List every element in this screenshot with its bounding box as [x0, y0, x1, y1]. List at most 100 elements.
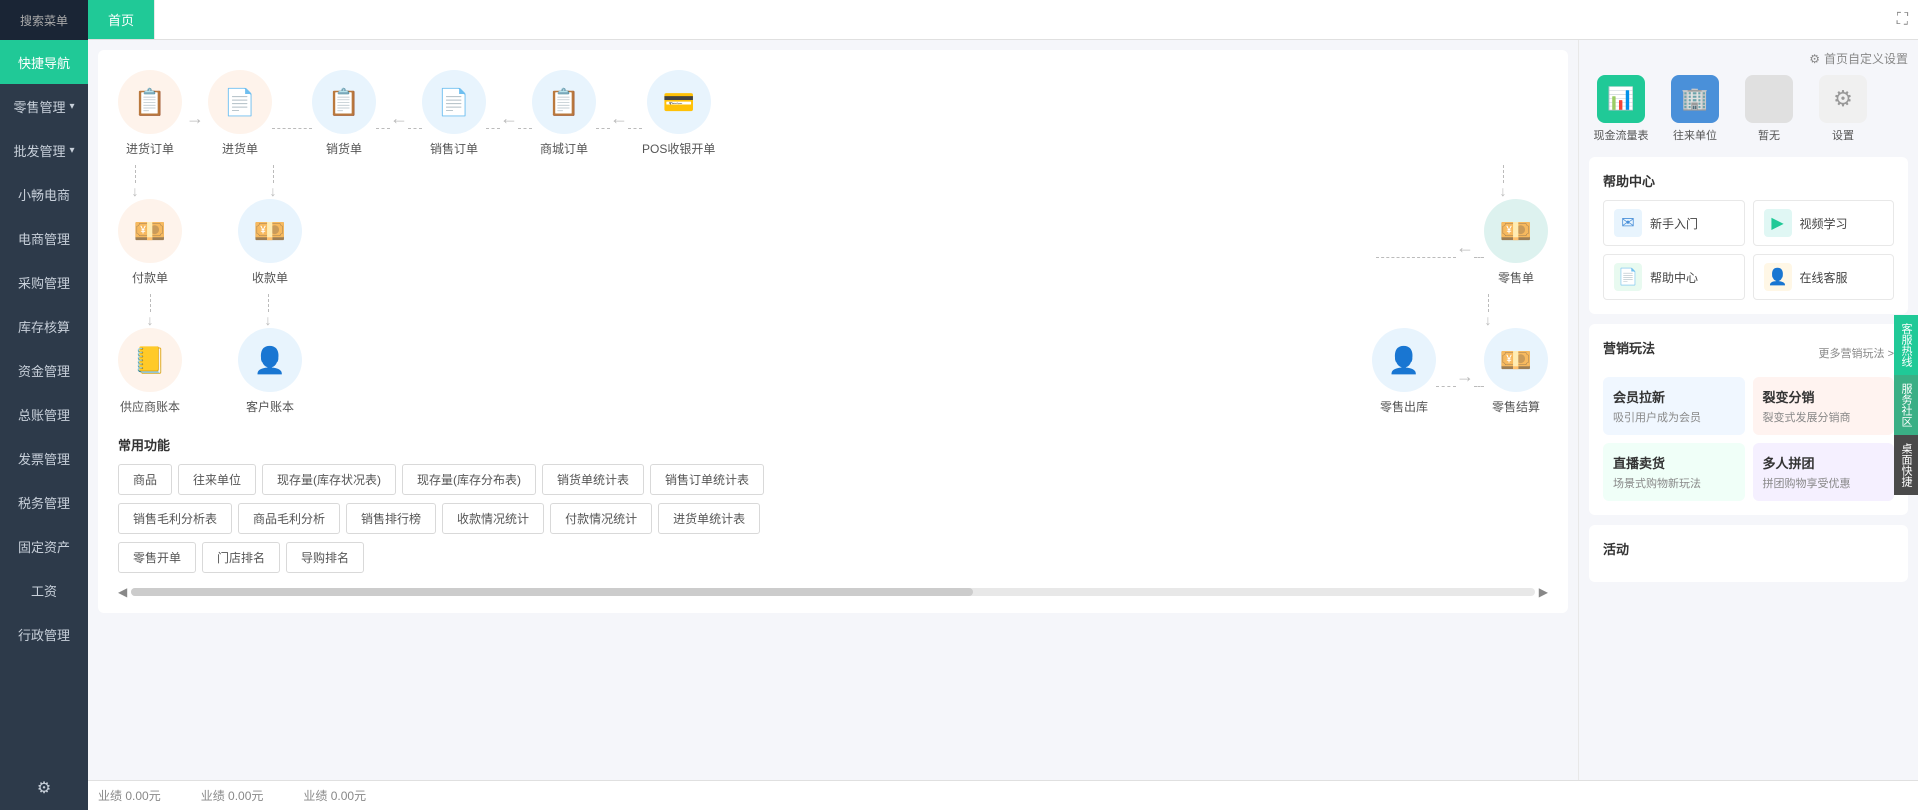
- help-item-beginner[interactable]: ✉ 新手入门: [1603, 200, 1745, 246]
- sidebar-item-wage[interactable]: 工资: [0, 568, 88, 612]
- bottom-stat-3: 业绩 0.00元: [303, 787, 366, 804]
- marketing-item-live[interactable]: 直播卖货 场景式购物新玩法: [1603, 443, 1745, 501]
- scrollbar-thumb: [131, 588, 973, 596]
- quick-icon-empty[interactable]: 暂无: [1737, 75, 1801, 143]
- func-payment-stat[interactable]: 付款情况统计: [550, 503, 652, 534]
- bottom-bar: 业绩 0.00元 业绩 0.00元 业绩 0.00元: [88, 780, 1918, 810]
- func-store-rank[interactable]: 门店排名: [202, 542, 280, 573]
- marketing-title: 营销玩法: [1603, 338, 1655, 357]
- node-receipt[interactable]: 💴 收款单: [238, 199, 302, 286]
- node-retail-settle[interactable]: 💴 零售结算: [1484, 328, 1548, 415]
- common-func-title: 常用功能: [118, 435, 1548, 454]
- sidebar-item-ecom-manage[interactable]: 电商管理: [0, 216, 88, 260]
- sidebar-item-ledger[interactable]: 总账管理: [0, 392, 88, 436]
- flow-card: 📋 进货订单 → 📄 进货单 📋 销货单: [98, 50, 1568, 613]
- sidebar-item-retail[interactable]: 零售管理▾: [0, 84, 88, 128]
- func-sales-order-stat[interactable]: 销售订单统计表: [650, 464, 764, 495]
- func-guide-rank[interactable]: 导购排名: [286, 542, 364, 573]
- node-retail-order[interactable]: 💴 零售单: [1484, 199, 1548, 286]
- scroll-left-icon[interactable]: ◀: [118, 585, 127, 599]
- side-float: 客服热线 服务社区 桌面快捷: [1894, 315, 1918, 495]
- expand-icon[interactable]: ⛶: [1887, 0, 1918, 39]
- tab-home[interactable]: 首页: [88, 0, 155, 39]
- func-goods[interactable]: 商品: [118, 464, 172, 495]
- empty-icon: [1745, 75, 1793, 123]
- top-tabs: 首页 ⛶: [88, 0, 1918, 40]
- sidebar-item-ecom-small[interactable]: 小畅电商: [0, 172, 88, 216]
- cashflow-icon: 📊: [1597, 75, 1645, 123]
- sidebar-item-inventory[interactable]: 库存核算: [0, 304, 88, 348]
- chevron-icon: ▾: [69, 145, 74, 156]
- sidebar: 搜索菜单 快捷导航 零售管理▾ 批发管理▾ 小畅电商 电商管理 采购管理 库存核…: [0, 0, 88, 810]
- func-grid-row3: 零售开单 门店排名 导购排名: [118, 542, 1548, 573]
- chevron-icon: ▾: [69, 101, 74, 112]
- quick-icons-row: 📊 现金流量表 🏢 往来单位 暂无 ⚙ 设置: [1589, 75, 1908, 143]
- float-community[interactable]: 服务社区: [1894, 375, 1918, 435]
- customize-link[interactable]: ⚙ 首页自定义设置: [1589, 50, 1908, 67]
- marketing-grid: 会员拉新 吸引用户成为会员 裂变分销 裂变式发展分销商 直播卖货 场景式购物新玩…: [1603, 377, 1894, 501]
- settings-icon-right: ⚙: [1819, 75, 1867, 123]
- content-area: 📋 进货订单 → 📄 进货单 📋 销货单: [88, 40, 1918, 780]
- func-sales-rank[interactable]: 销售排行榜: [346, 503, 436, 534]
- node-pos[interactable]: 💳 POS收银开单: [642, 70, 715, 157]
- float-service[interactable]: 客服热线: [1894, 315, 1918, 375]
- left-panel: 📋 进货订单 → 📄 进货单 📋 销货单: [88, 40, 1578, 780]
- video-icon: ▶: [1764, 209, 1792, 237]
- func-sales-stat[interactable]: 销货单统计表: [542, 464, 644, 495]
- func-sales-gross[interactable]: 销售毛利分析表: [118, 503, 232, 534]
- func-inventory-dist[interactable]: 现存量(库存分布表): [402, 464, 536, 495]
- marketing-header: 营销玩法 更多营销玩法 >: [1603, 338, 1894, 367]
- func-inventory-status[interactable]: 现存量(库存状况表): [262, 464, 396, 495]
- scroll-right-icon[interactable]: ▶: [1539, 585, 1548, 599]
- func-purchase-stat[interactable]: 进货单统计表: [658, 503, 760, 534]
- help-center-title: 帮助中心: [1603, 171, 1894, 190]
- quick-icon-settings[interactable]: ⚙ 设置: [1811, 75, 1875, 143]
- service-icon: 👤: [1764, 263, 1792, 291]
- beginner-icon: ✉: [1614, 209, 1642, 237]
- main-area: 首页 ⛶ 📋 进货订单 → 📄: [88, 0, 1918, 810]
- node-mall-order[interactable]: 📋 商城订单: [532, 70, 596, 157]
- sidebar-item-wholesale[interactable]: 批发管理▾: [0, 128, 88, 172]
- flow-scrollbar: ◀ ▶: [118, 581, 1548, 603]
- node-purchase-order[interactable]: 📋 进货订单: [118, 70, 182, 157]
- quick-icon-cashflow[interactable]: 📊 现金流量表: [1589, 75, 1653, 143]
- node-purchase-bill[interactable]: 📄 进货单: [208, 70, 272, 157]
- activity-title: 活动: [1603, 539, 1894, 558]
- func-grid-row1: 商品 往来单位 现存量(库存状况表) 现存量(库存分布表) 销货单统计表 销售订…: [118, 464, 1548, 495]
- sidebar-item-admin[interactable]: 行政管理: [0, 612, 88, 656]
- node-sales-bill[interactable]: 📋 销货单: [312, 70, 376, 157]
- sidebar-item-assets[interactable]: 固定资产: [0, 524, 88, 568]
- sidebar-quicknav[interactable]: 快捷导航: [0, 40, 88, 84]
- node-customer-account[interactable]: 👤 客户账本: [238, 328, 302, 415]
- func-goods-gross[interactable]: 商品毛利分析: [238, 503, 340, 534]
- func-units[interactable]: 往来单位: [178, 464, 256, 495]
- sidebar-item-purchase[interactable]: 采购管理: [0, 260, 88, 304]
- help-item-video[interactable]: ▶ 视频学习: [1753, 200, 1895, 246]
- node-supplier-account[interactable]: 📒 供应商账本: [118, 328, 182, 415]
- arrow-right-1: →: [186, 108, 204, 129]
- sidebar-item-finance[interactable]: 资金管理: [0, 348, 88, 392]
- right-panel: ⚙ 首页自定义设置 📊 现金流量表 🏢 往来单位 暂无 ⚙: [1578, 40, 1918, 780]
- bottom-stat-2: 业绩 0.00元: [201, 787, 264, 804]
- help-item-service[interactable]: 👤 在线客服: [1753, 254, 1895, 300]
- marketing-item-member[interactable]: 会员拉新 吸引用户成为会员: [1603, 377, 1745, 435]
- sidebar-search[interactable]: 搜索菜单: [0, 0, 88, 40]
- float-desktop[interactable]: 桌面快捷: [1894, 435, 1918, 495]
- node-sales-order[interactable]: 📄 销售订单: [422, 70, 486, 157]
- marketing-item-group[interactable]: 多人拼团 拼团购物享受优惠: [1753, 443, 1895, 501]
- scrollbar-track[interactable]: [131, 588, 1535, 596]
- help-grid: ✉ 新手入门 ▶ 视频学习 📄 帮助中心 👤 在线客服: [1603, 200, 1894, 300]
- sidebar-item-tax[interactable]: 税务管理: [0, 480, 88, 524]
- func-retail-open[interactable]: 零售开单: [118, 542, 196, 573]
- help-icon-el: 📄: [1614, 263, 1642, 291]
- func-receipt-stat[interactable]: 收款情况统计: [442, 503, 544, 534]
- sidebar-item-invoice[interactable]: 发票管理: [0, 436, 88, 480]
- marketing-item-fission[interactable]: 裂变分销 裂变式发展分销商: [1753, 377, 1895, 435]
- more-marketing-link[interactable]: 更多营销玩法 >: [1819, 345, 1894, 361]
- gear-icon: ⚙: [1809, 52, 1820, 66]
- settings-icon[interactable]: ⚙: [0, 766, 88, 810]
- node-retail-out[interactable]: 👤 零售出库: [1372, 328, 1436, 415]
- node-payment[interactable]: 💴 付款单: [118, 199, 182, 286]
- quick-icon-units[interactable]: 🏢 往来单位: [1663, 75, 1727, 143]
- help-item-help[interactable]: 📄 帮助中心: [1603, 254, 1745, 300]
